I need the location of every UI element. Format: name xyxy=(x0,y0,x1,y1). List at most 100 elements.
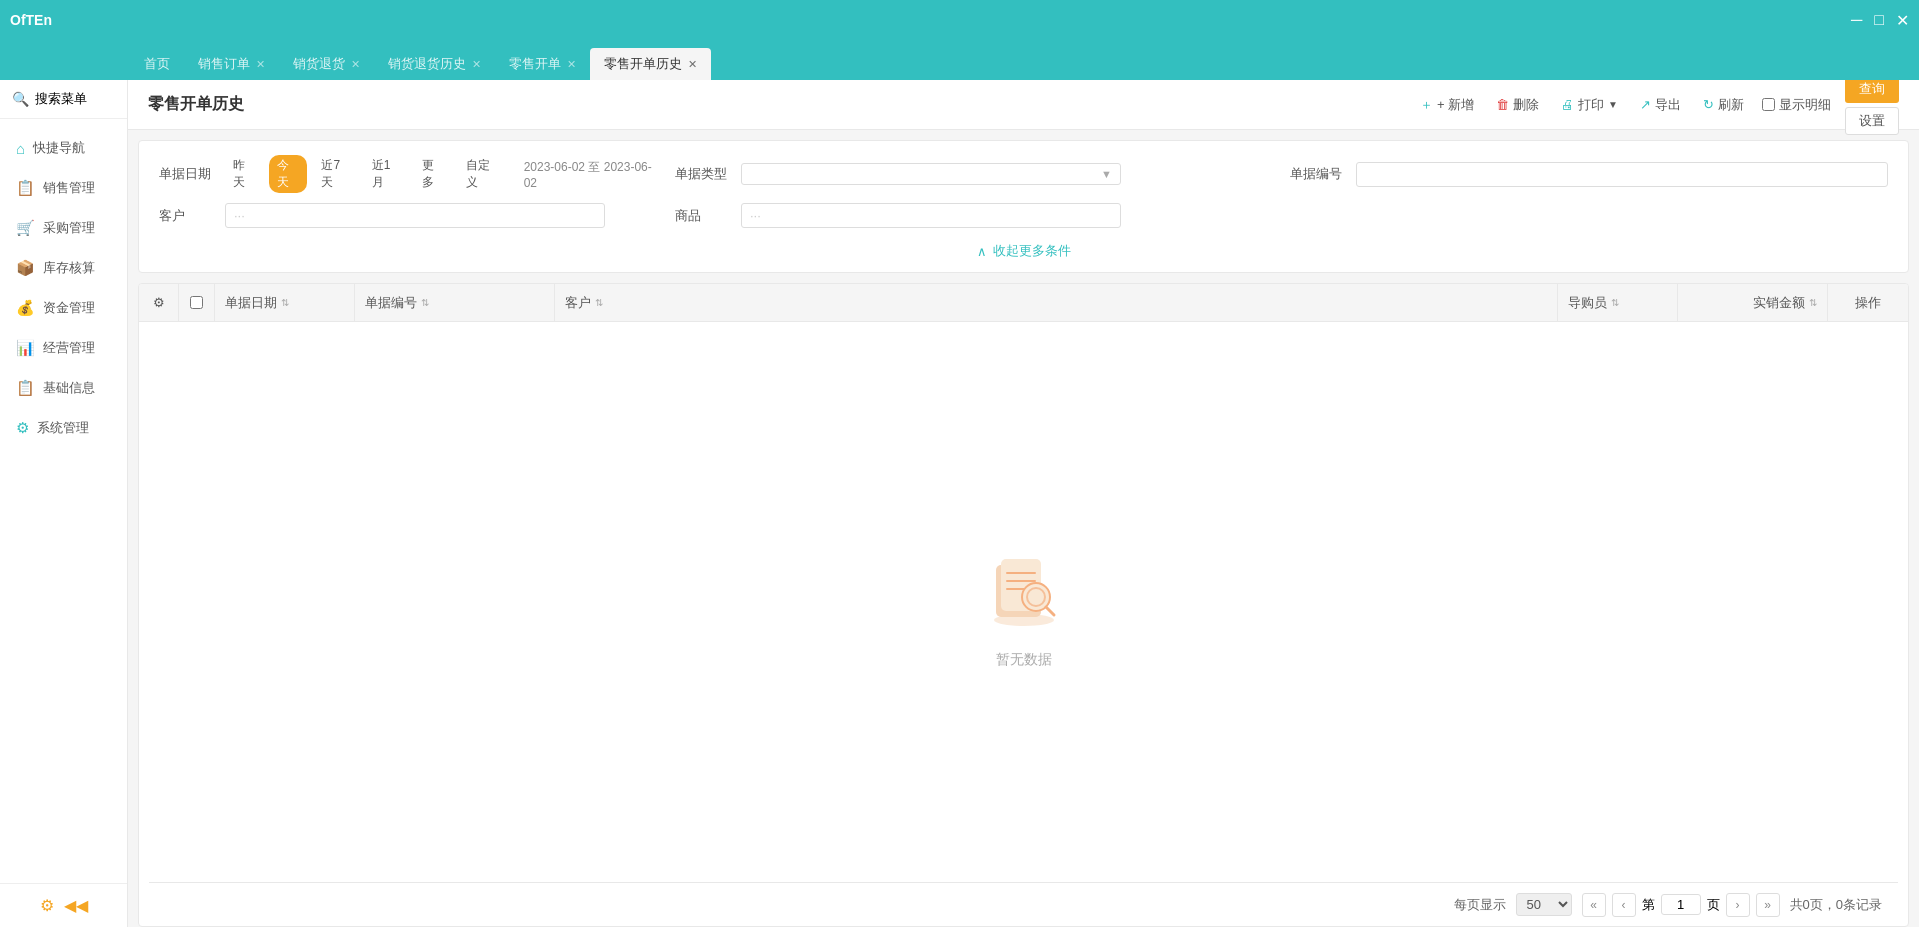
goods-input[interactable]: ··· xyxy=(741,203,1121,228)
guide-sort-icon[interactable]: ⇅ xyxy=(1611,297,1619,308)
date-today[interactable]: 今天 xyxy=(269,155,307,193)
client-input[interactable]: ··· xyxy=(225,203,605,228)
sidebar-item-quick-nav-label: 快捷导航 xyxy=(33,139,85,157)
sidebar-item-purchase-mgmt-label: 采购管理 xyxy=(43,219,95,237)
operations-icon: 📊 xyxy=(16,339,35,357)
display-detail-checkbox[interactable]: 显示明细 xyxy=(1762,96,1831,114)
date-custom[interactable]: 自定义 xyxy=(458,155,507,193)
settings-button[interactable]: 设置 xyxy=(1845,107,1899,135)
page-nav: « ‹ 第 页 › » xyxy=(1582,893,1780,917)
export-button[interactable]: ↗ 导出 xyxy=(1636,94,1685,116)
sidebar-nav: ⌂ 快捷导航 📋 销售管理 🛒 采购管理 📦 库存核算 💰 资金管理 📊 xyxy=(0,119,127,457)
maximize-button[interactable]: □ xyxy=(1874,11,1884,29)
tab-retail-open-close[interactable]: ✕ xyxy=(567,58,576,71)
next-page-button[interactable]: › xyxy=(1726,893,1750,917)
purchase-icon: 🛒 xyxy=(16,219,35,237)
date-yesterday[interactable]: 昨天 xyxy=(225,155,263,193)
amount-sort-icon[interactable]: ⇅ xyxy=(1809,297,1817,308)
docno-input[interactable] xyxy=(1356,162,1889,187)
add-button[interactable]: ＋ + 新增 xyxy=(1416,94,1478,116)
table-header: ⚙ 单据日期 ⇅ 单据编号 ⇅ 客户 ⇅ 导购员 xyxy=(139,284,1908,322)
export-icon: ↗ xyxy=(1640,97,1651,112)
sidebar-item-finance[interactable]: 💰 资金管理 xyxy=(0,289,127,327)
refresh-button[interactable]: ↻ 刷新 xyxy=(1699,94,1748,116)
tab-sales-return-history-close[interactable]: ✕ xyxy=(472,58,481,71)
no-sort-icon[interactable]: ⇅ xyxy=(421,297,429,308)
last-page-button[interactable]: » xyxy=(1756,893,1780,917)
sidebar-search[interactable]: 🔍 搜索菜单 xyxy=(0,80,127,119)
display-detail-input[interactable] xyxy=(1762,98,1775,111)
th-check[interactable] xyxy=(179,284,215,321)
th-settings[interactable]: ⚙ xyxy=(139,284,179,321)
th-client-label: 客户 xyxy=(565,294,591,312)
print-button[interactable]: 🖨 打印 ▼ xyxy=(1557,94,1622,116)
sidebar-settings-icon[interactable]: ⚙ xyxy=(40,896,54,915)
query-settings-group: 查询 设置 xyxy=(1845,80,1899,135)
filter-row-2: 客户 ··· 商品 ··· xyxy=(159,203,1888,228)
window-title-bar: OfTEn ─ □ ✕ xyxy=(0,0,1919,40)
sidebar-item-purchase-mgmt[interactable]: 🛒 采购管理 xyxy=(0,209,127,247)
tab-home[interactable]: 首页 xyxy=(130,48,184,80)
select-all-checkbox[interactable] xyxy=(190,296,203,309)
tab-retail-open[interactable]: 零售开单 ✕ xyxy=(495,48,590,80)
th-op-label: 操作 xyxy=(1855,294,1881,312)
page-header: 零售开单历史 ＋ + 新增 🗑 删除 🖨 打印 ▼ ↗ 导出 xyxy=(128,80,1919,130)
type-select[interactable]: ▼ xyxy=(741,163,1121,185)
tab-sales-order-close[interactable]: ✕ xyxy=(256,58,265,71)
sidebar-bottom: ⚙ ◀◀ xyxy=(0,883,127,927)
refresh-icon: ↻ xyxy=(1703,97,1714,112)
date-last1month[interactable]: 近1月 xyxy=(364,155,408,193)
prev-page-button[interactable]: ‹ xyxy=(1612,893,1636,917)
sidebar-item-quick-nav[interactable]: ⌂ 快捷导航 xyxy=(0,129,127,167)
sidebar-collapse-icon[interactable]: ◀◀ xyxy=(64,896,88,915)
home-icon: ⌂ xyxy=(16,140,25,157)
type-filter-label: 单据类型 xyxy=(675,165,731,183)
filter-collapse-btn[interactable]: ∧ 收起更多条件 xyxy=(159,238,1888,264)
print-icon: 🖨 xyxy=(1561,97,1574,112)
th-client[interactable]: 客户 ⇅ xyxy=(555,284,1558,321)
th-guide[interactable]: 导购员 ⇅ xyxy=(1558,284,1678,321)
goods-filter: 商品 ··· xyxy=(675,203,1274,228)
page-title: 零售开单历史 xyxy=(148,94,1416,115)
minimize-button[interactable]: ─ xyxy=(1851,11,1862,29)
tab-retail-open-history-close[interactable]: ✕ xyxy=(688,58,697,71)
tab-sales-order[interactable]: 销售订单 ✕ xyxy=(184,48,279,80)
date-more[interactable]: 更多 xyxy=(414,155,452,193)
page-input[interactable] xyxy=(1661,894,1701,915)
th-no[interactable]: 单据编号 ⇅ xyxy=(355,284,555,321)
sidebar-item-sales-mgmt[interactable]: 📋 销售管理 xyxy=(0,169,127,207)
date-last7days[interactable]: 近7天 xyxy=(313,155,357,193)
client-sort-icon[interactable]: ⇅ xyxy=(595,297,603,308)
svg-line-7 xyxy=(1046,607,1054,615)
th-amount[interactable]: 实销金额 ⇅ xyxy=(1678,284,1828,321)
tab-home-label: 首页 xyxy=(144,55,170,73)
column-settings-icon[interactable]: ⚙ xyxy=(153,295,165,310)
query-button[interactable]: 查询 xyxy=(1845,80,1899,103)
display-detail-label: 显示明细 xyxy=(1779,96,1831,114)
inventory-icon: 📦 xyxy=(16,259,35,277)
date-sort-icon[interactable]: ⇅ xyxy=(281,297,289,308)
sidebar-item-basic-info[interactable]: 📋 基础信息 xyxy=(0,369,127,407)
th-date[interactable]: 单据日期 ⇅ xyxy=(215,284,355,321)
th-date-label: 单据日期 xyxy=(225,294,277,312)
first-page-button[interactable]: « xyxy=(1582,893,1606,917)
sidebar-item-operations[interactable]: 📊 经营管理 xyxy=(0,329,127,367)
tab-sales-return[interactable]: 销货退货 ✕ xyxy=(279,48,374,80)
sidebar-item-inventory[interactable]: 📦 库存核算 xyxy=(0,249,127,287)
tab-retail-open-history[interactable]: 零售开单历史 ✕ xyxy=(590,48,711,80)
delete-button[interactable]: 🗑 删除 xyxy=(1492,94,1543,116)
collapse-chevron-icon: ∧ xyxy=(977,244,987,259)
table-body: 暂无数据 xyxy=(139,322,1908,882)
tab-sales-return-label: 销货退货 xyxy=(293,55,345,73)
filter-area: 单据日期 昨天 今天 近7天 近1月 更多 自定义 2023-06-02 至 2… xyxy=(138,140,1909,273)
tab-sales-return-close[interactable]: ✕ xyxy=(351,58,360,71)
delete-icon: 🗑 xyxy=(1496,97,1509,112)
type-filter: 单据类型 ▼ xyxy=(675,163,1274,185)
tab-sales-return-history[interactable]: 销货退货历史 ✕ xyxy=(374,48,495,80)
per-page-select[interactable]: 50 10 20 100 xyxy=(1516,893,1572,916)
close-button[interactable]: ✕ xyxy=(1896,11,1909,30)
add-label: + 新增 xyxy=(1437,96,1474,114)
empty-text: 暂无数据 xyxy=(996,651,1052,669)
sidebar-item-sys-mgmt[interactable]: ⚙ 系统管理 xyxy=(0,409,127,447)
sys-mgmt-icon: ⚙ xyxy=(16,419,29,437)
